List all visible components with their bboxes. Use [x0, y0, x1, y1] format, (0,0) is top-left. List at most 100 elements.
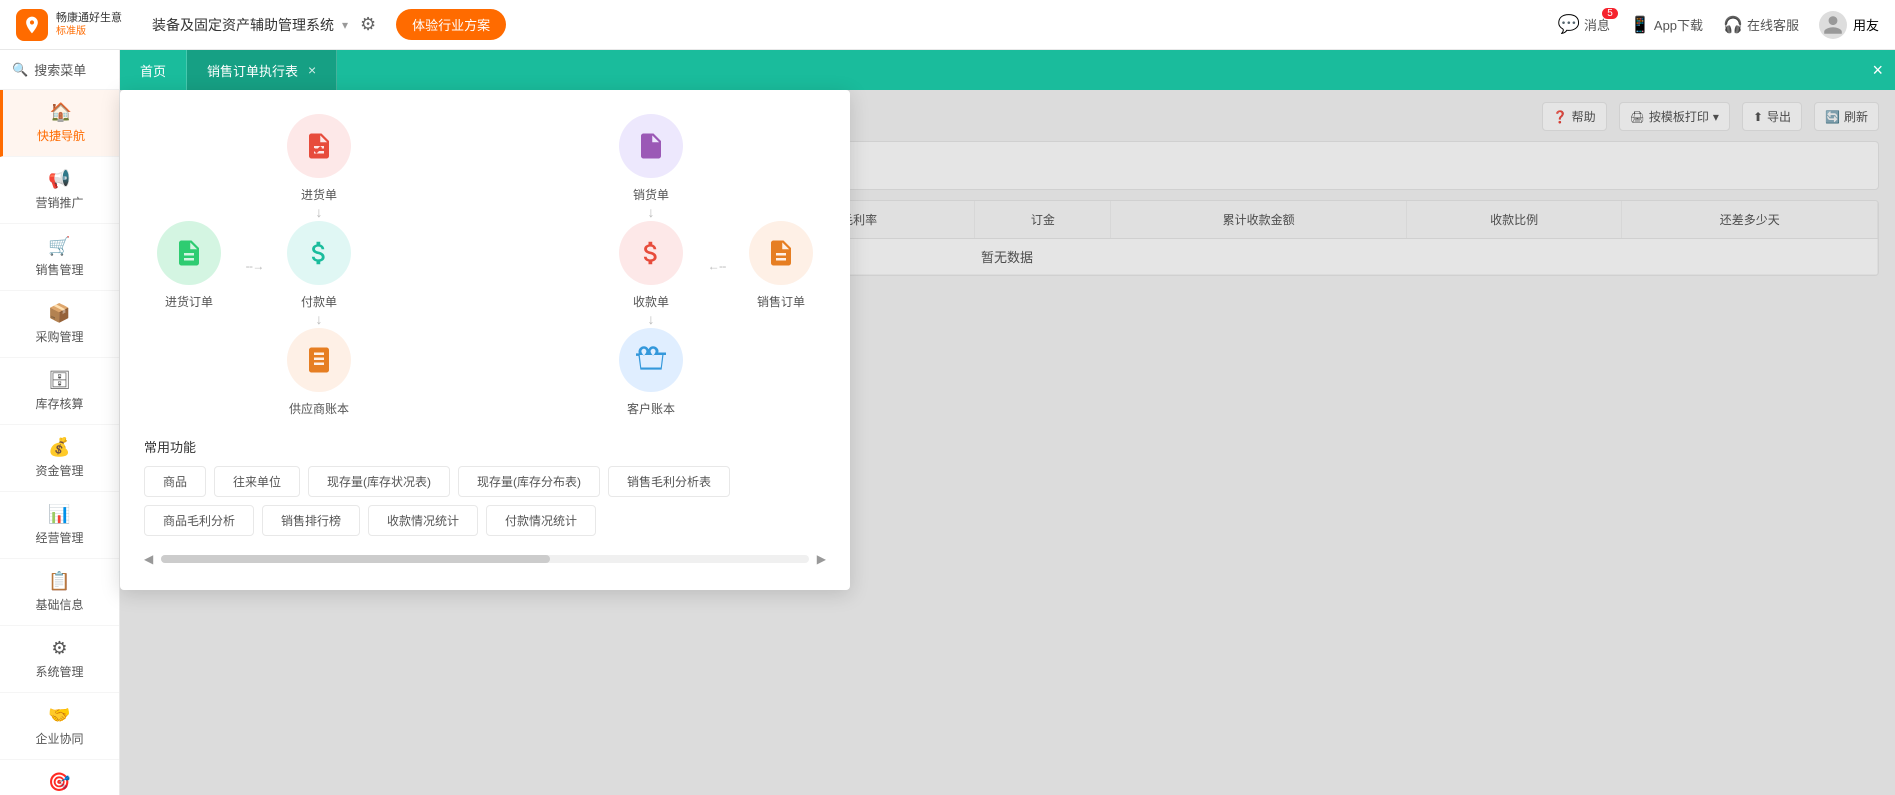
- func-btn-4[interactable]: 销售毛利分析表: [608, 466, 730, 497]
- purchase-order-circle[interactable]: [157, 221, 221, 285]
- supplier-ledger-circle[interactable]: [287, 328, 351, 392]
- sales-order-label: 销售订单: [757, 293, 805, 310]
- window-close-icon[interactable]: ×: [1872, 60, 1883, 80]
- purchase-icon: 📦: [48, 303, 70, 324]
- sidebar-label-system: 系统管理: [35, 663, 83, 680]
- flow-col-purchase: 进货单 ↓ 付款单 ↓: [274, 114, 364, 417]
- scroll-left-icon[interactable]: ◀: [144, 552, 153, 566]
- header-middle: 装备及固定资产辅助管理系统 ▾ ⚙ 体验行业方案: [136, 9, 1558, 40]
- sidebar-label-enterprise: 企业协同: [35, 730, 83, 747]
- flow-col-sales: 销货单 ↓ 收款单 ↓: [606, 114, 696, 417]
- customer-ledger-label: 客户账本: [627, 400, 675, 417]
- payment-label: 付款单: [301, 293, 337, 310]
- settings-icon[interactable]: ⚙: [360, 14, 376, 35]
- system-icon: ⚙: [51, 638, 67, 659]
- sidebar-item-system[interactable]: ⚙ 系统管理: [0, 626, 119, 693]
- sidebar-label-inventory: 库存核算: [35, 395, 83, 412]
- modal-box: 进货订单 进货单 ↓: [120, 90, 850, 590]
- message-btn[interactable]: 💬 5 消息: [1558, 14, 1610, 35]
- sidebar-label-marketing: 营销推广: [35, 194, 83, 211]
- func-btn-8[interactable]: 付款情况统计: [486, 505, 596, 536]
- func-btn-5[interactable]: 商品毛利分析: [144, 505, 254, 536]
- system-title: 装备及固定资产辅助管理系统: [152, 15, 334, 35]
- receipt-label: 收款单: [633, 293, 669, 310]
- flow-node-customer-ledger: 客户账本: [606, 328, 696, 417]
- sidebar-item-marketing[interactable]: 📢 营销推广: [0, 157, 119, 224]
- logo-area: 畅康通好生意 标准版: [16, 9, 136, 41]
- flow-node-sales-receipt: 销货单: [606, 114, 696, 203]
- basic-info-icon: 📋: [48, 571, 70, 592]
- dropdown-arrow-icon: ▾: [342, 18, 348, 32]
- func-btn-3[interactable]: 现存量(库存分布表): [458, 466, 600, 497]
- scroll-right-icon[interactable]: ▶: [817, 552, 826, 566]
- user-name: 用友: [1853, 15, 1879, 34]
- arrow-v-3: ↓: [619, 203, 683, 221]
- search-menu[interactable]: 🔍 搜索菜单: [0, 50, 119, 90]
- newbie-icon: 🎯: [48, 772, 70, 793]
- tab-close-icon[interactable]: ×: [308, 62, 316, 78]
- inventory-icon: 🗄: [48, 370, 71, 391]
- func-btn-1[interactable]: 往来单位: [214, 466, 300, 497]
- sidebar-item-purchase[interactable]: 📦 采购管理: [0, 291, 119, 358]
- sales-receipt-circle[interactable]: [619, 114, 683, 178]
- scrollbar-track[interactable]: [161, 555, 809, 563]
- message-badge: 5: [1602, 8, 1618, 19]
- online-service-btn[interactable]: 🎧 在线客服: [1723, 15, 1799, 35]
- user-info[interactable]: 用友: [1819, 11, 1879, 39]
- tab-sales-order[interactable]: 销售订单执行表 ×: [187, 50, 337, 90]
- tab-sales-order-label: 销售订单执行表: [207, 61, 298, 80]
- avatar: [1819, 11, 1847, 39]
- logo-text: 畅康通好生意 标准版: [56, 11, 122, 38]
- func-btn-0[interactable]: 商品: [144, 466, 206, 497]
- message-icon: 💬: [1558, 14, 1580, 35]
- common-functions: 常用功能 商品往来单位现存量(库存状况表) 现存量(库存分布表) 销售毛利分析表商品…: [144, 437, 826, 536]
- operations-icon: 📊: [48, 504, 70, 525]
- sidebar-item-newbie[interactable]: 🎯 新手引导: [0, 760, 119, 795]
- sidebar-item-enterprise[interactable]: 🤝 企业协同: [0, 693, 119, 760]
- header-right: 💬 5 消息 📱 App下载 🎧 在线客服 用友: [1558, 11, 1879, 39]
- arrow-h-2: [696, 259, 736, 273]
- func-btn-2[interactable]: 现存量(库存状况表): [308, 466, 450, 497]
- flow-section: 进货订单 进货单 ↓: [144, 114, 826, 417]
- arrow-v-4: ↓: [619, 310, 683, 328]
- sidebar: 🔍 搜索菜单 🏠 快捷导航 📢 营销推广 🛒 销售管理 📦 采购管理 🗄 库存核…: [0, 50, 120, 795]
- top-header: 畅康通好生意 标准版 装备及固定资产辅助管理系统 ▾ ⚙ 体验行业方案 💬 5 …: [0, 0, 1895, 50]
- sidebar-item-operations[interactable]: 📊 经营管理: [0, 492, 119, 559]
- home-icon: 🏠: [50, 102, 72, 123]
- sidebar-item-quick-nav[interactable]: 🏠 快捷导航: [0, 90, 119, 157]
- purchase-receipt-label: 进货单: [301, 186, 337, 203]
- sidebar-label-sales: 销售管理: [35, 261, 83, 278]
- supplier-ledger-label: 供应商账本: [289, 400, 349, 417]
- flow-node-supplier-ledger: 供应商账本: [274, 328, 364, 417]
- search-menu-label: 搜索菜单: [34, 60, 86, 79]
- func-btn-6[interactable]: 销售排行榜: [262, 505, 360, 536]
- purchase-receipt-circle[interactable]: [287, 114, 351, 178]
- sidebar-item-inventory[interactable]: 🗄 库存核算: [0, 358, 119, 425]
- finance-icon: 💰: [48, 437, 70, 458]
- flow-row-1: 进货订单 进货单 ↓: [144, 114, 826, 417]
- purchase-order-label: 进货订单: [165, 293, 213, 310]
- customer-ledger-circle[interactable]: [619, 328, 683, 392]
- receipt-circle[interactable]: [619, 221, 683, 285]
- system-title-dropdown[interactable]: 装备及固定资产辅助管理系统 ▾: [152, 15, 348, 35]
- app-download-btn[interactable]: 📱 App下载: [1630, 15, 1703, 35]
- flow-node-sales-order: 销售订单: [736, 221, 826, 310]
- sales-icon: 🛒: [48, 236, 70, 257]
- experience-btn[interactable]: 体验行业方案: [396, 9, 506, 40]
- sidebar-label-quick-nav: 快捷导航: [37, 127, 85, 144]
- tab-home[interactable]: 首页: [120, 50, 187, 90]
- tab-home-label: 首页: [140, 61, 166, 80]
- headset-icon: 🎧: [1723, 15, 1743, 35]
- common-functions-title: 常用功能: [144, 437, 826, 456]
- scrollbar-thumb: [161, 555, 550, 563]
- sales-order-circle[interactable]: [749, 221, 813, 285]
- flow-node-receipt: 收款单: [606, 221, 696, 310]
- sidebar-item-finance[interactable]: 💰 资金管理: [0, 425, 119, 492]
- payment-circle[interactable]: [287, 221, 351, 285]
- modal-scrollbar: ◀ ▶: [144, 552, 826, 566]
- flow-node-purchase-receipt: 进货单: [274, 114, 364, 203]
- func-btn-7[interactable]: 收款情况统计: [368, 505, 478, 536]
- sidebar-item-basic-info[interactable]: 📋 基础信息: [0, 559, 119, 626]
- sidebar-label-purchase: 采购管理: [35, 328, 83, 345]
- sidebar-item-sales[interactable]: 🛒 销售管理: [0, 224, 119, 291]
